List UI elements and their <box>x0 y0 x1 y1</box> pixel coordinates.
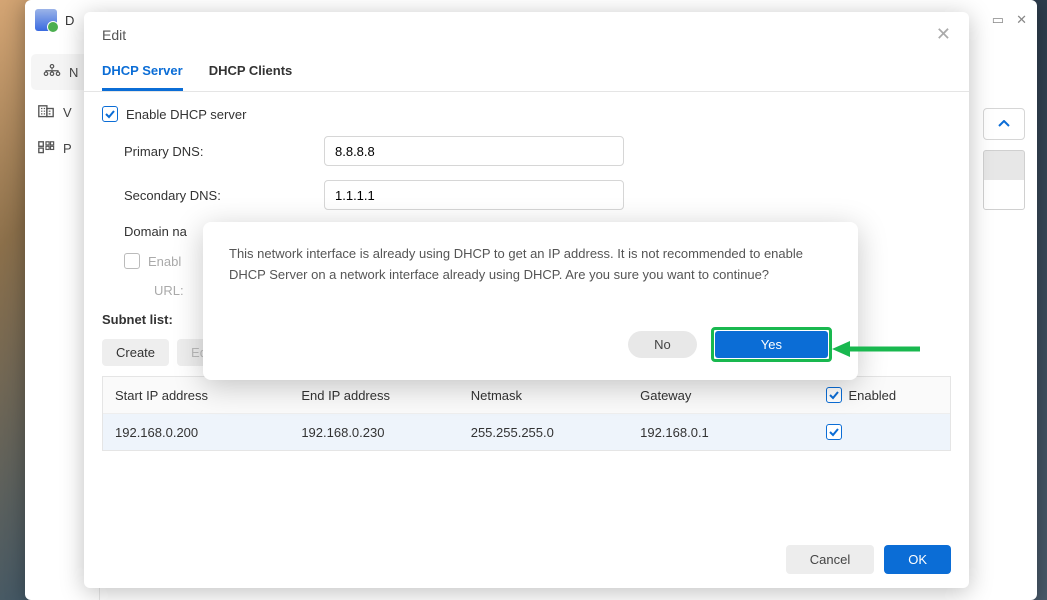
primary-dns-row: Primary DNS: <box>124 136 951 166</box>
create-button[interactable]: Create <box>102 339 169 366</box>
secondary-dns-row: Secondary DNS: <box>124 180 951 210</box>
enable-dhcp-label: Enable DHCP server <box>126 107 246 122</box>
chevron-up-icon[interactable] <box>983 108 1025 140</box>
close-icon[interactable]: ✕ <box>936 24 951 45</box>
sidebar-item-label: N <box>69 65 78 80</box>
yes-button[interactable]: Yes <box>715 331 828 358</box>
secondary-dns-label: Secondary DNS: <box>124 188 324 203</box>
table-header: Start IP address End IP address Netmask … <box>103 377 950 414</box>
sidebar-item-label: V <box>63 105 72 120</box>
cell-netmask: 255.255.255.0 <box>459 415 628 450</box>
enable-sub-label: Enabl <box>148 254 181 269</box>
tab-dhcp-server[interactable]: DHCP Server <box>102 57 183 91</box>
tab-bar: DHCP Server DHCP Clients <box>84 57 969 92</box>
right-collapsed-panel <box>983 108 1025 210</box>
primary-dns-input[interactable] <box>324 136 624 166</box>
dialog-footer: Cancel OK <box>84 531 969 588</box>
app-icon <box>35 9 57 31</box>
table-row[interactable]: 192.168.0.200 192.168.0.230 255.255.255.… <box>103 414 950 450</box>
right-panel-box <box>983 150 1025 210</box>
cancel-button[interactable]: Cancel <box>786 545 874 574</box>
secondary-dns-input[interactable] <box>324 180 624 210</box>
close-icon[interactable]: ✕ <box>1016 12 1027 28</box>
tab-dhcp-clients[interactable]: DHCP Clients <box>209 57 293 91</box>
confirm-message: This network interface is already using … <box>229 244 832 286</box>
col-enabled-label: Enabled <box>848 388 896 403</box>
cell-start-ip: 192.168.0.200 <box>103 415 289 450</box>
restore-icon[interactable]: ▭ <box>992 12 1004 28</box>
enable-sub-checkbox[interactable] <box>124 253 140 269</box>
cell-gateway: 192.168.0.1 <box>628 415 814 450</box>
confirm-dialog: This network interface is already using … <box>203 222 858 380</box>
dialog-header: Edit ✕ <box>84 12 969 57</box>
dialog-title: Edit <box>102 27 126 43</box>
building-icon <box>37 104 55 120</box>
boxes-icon <box>37 140 55 156</box>
primary-dns-label: Primary DNS: <box>124 144 324 159</box>
col-end-ip: End IP address <box>289 378 458 413</box>
yes-highlight: Yes <box>711 327 832 362</box>
header-enabled-checkbox[interactable] <box>826 387 842 403</box>
sidebar-item-label: P <box>63 141 72 156</box>
app-title: D <box>65 13 74 28</box>
ok-button[interactable]: OK <box>884 545 951 574</box>
col-start-ip: Start IP address <box>103 378 289 413</box>
no-button[interactable]: No <box>628 331 697 358</box>
row-enabled-checkbox[interactable] <box>826 424 842 440</box>
cell-end-ip: 192.168.0.230 <box>289 415 458 450</box>
cell-enabled <box>814 414 950 450</box>
col-netmask: Netmask <box>459 378 628 413</box>
confirm-buttons: No Yes <box>229 327 832 362</box>
network-icon <box>43 64 61 80</box>
enable-dhcp-row: Enable DHCP server <box>102 106 951 122</box>
subnet-table: Start IP address End IP address Netmask … <box>102 376 951 451</box>
col-enabled: Enabled <box>814 377 950 413</box>
enable-dhcp-checkbox[interactable] <box>102 106 118 122</box>
col-gateway: Gateway <box>628 378 814 413</box>
